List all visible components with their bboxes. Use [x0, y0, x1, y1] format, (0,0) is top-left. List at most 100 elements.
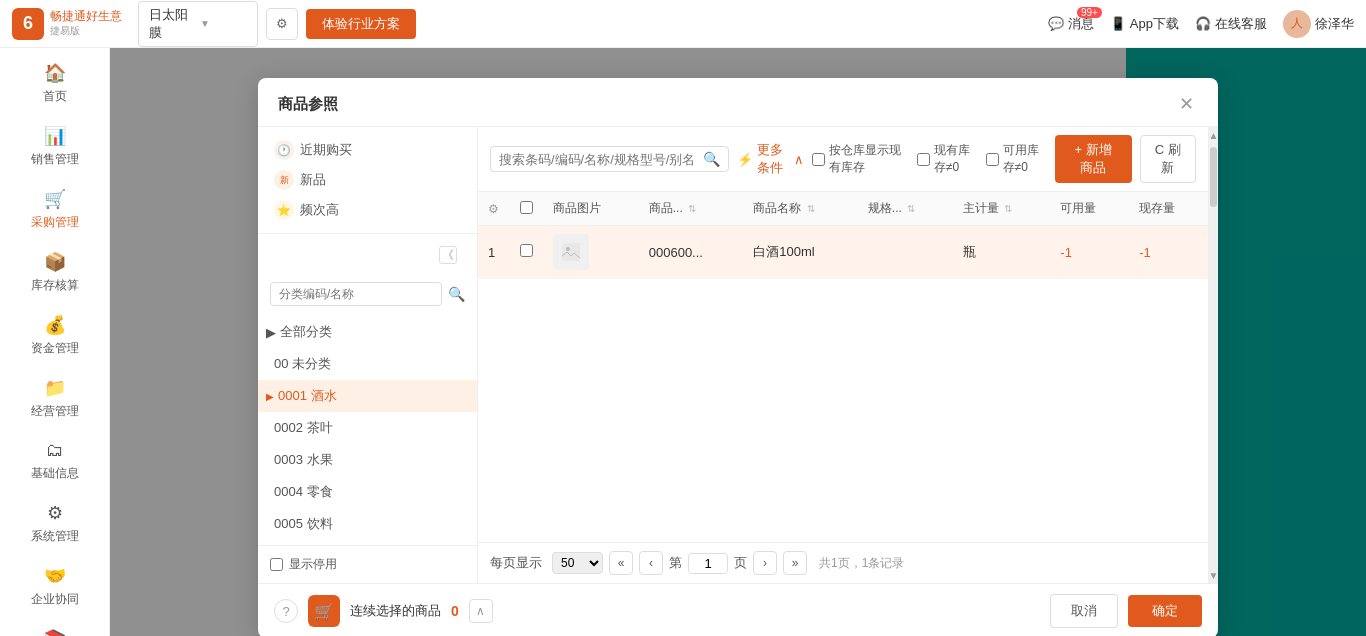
headset-icon: 🎧	[1195, 16, 1211, 31]
row-checkbox[interactable]	[520, 244, 533, 257]
page-number-input[interactable]	[688, 553, 728, 574]
search-icon[interactable]: 🔍	[703, 151, 720, 167]
modal-title: 商品参照	[278, 95, 1174, 114]
add-product-button[interactable]: + 新增商品	[1055, 135, 1132, 183]
settings-icon[interactable]: ⚙	[266, 8, 298, 40]
table-gear-icon[interactable]: ⚙	[488, 202, 499, 216]
continuous-select-label: 连续选择的商品	[350, 602, 441, 620]
quick-filter-recent[interactable]: 🕐 近期购买	[270, 135, 465, 165]
experience-button[interactable]: 体验行业方案	[306, 9, 416, 39]
logo-text: 畅捷通好生意	[50, 9, 122, 25]
display-stopped-label[interactable]: 显示停用	[289, 556, 337, 573]
cart-button[interactable]: 🛒	[308, 595, 340, 627]
existing-stock-checkbox[interactable]	[917, 153, 930, 166]
basic-info-icon: 🗂	[46, 440, 64, 461]
sidebar-item-sales[interactable]: 📊 销售管理	[0, 115, 109, 178]
modal-header: 商品参照 ✕	[258, 78, 1218, 127]
sidebar-item-home[interactable]: 🏠 首页	[0, 52, 109, 115]
product-search-box[interactable]: 🔍	[490, 146, 729, 172]
product-thumbnail	[553, 234, 589, 270]
table-header-code: 商品... ⇅	[639, 192, 743, 226]
layout: 🏠 首页 📊 销售管理 🛒 采购管理 📦 库存核算 💰 资金管理 📁 经营管理 …	[0, 48, 1366, 636]
expand-button[interactable]: ∧	[469, 599, 493, 623]
row-stock: -1	[1129, 226, 1208, 279]
prev-page-button[interactable]: ‹	[639, 551, 663, 575]
close-button[interactable]: ✕	[1174, 92, 1198, 116]
svg-rect-0	[562, 243, 580, 261]
by-warehouse-checkbox-item: 按仓库显示现有库存	[812, 142, 909, 176]
logo-sub: 捷易版	[50, 24, 122, 38]
sort-code-icon: ⇅	[688, 203, 696, 214]
product-reference-modal: 商品参照 ✕ 🕐 近期购买 新	[258, 78, 1218, 636]
right-toolbar: 🔍 ⚡ 更多条件 ∧ 按仓库显示现有库存	[478, 127, 1208, 192]
row-name: 白酒100ml	[743, 226, 858, 279]
category-tea[interactable]: 0002 茶叶	[258, 412, 477, 444]
app-download-nav-item[interactable]: 📱 App下载	[1110, 15, 1179, 33]
existing-stock-label[interactable]: 现有库存≠0	[934, 142, 978, 176]
user-nav-item[interactable]: 人 徐泽华	[1283, 10, 1354, 38]
table-header-settings: ⚙	[478, 192, 510, 226]
category-fruit[interactable]: 0003 水果	[258, 444, 477, 476]
row-available: -1	[1050, 226, 1129, 279]
chevron-down-icon: ▼	[200, 18, 247, 29]
main-content: 商品参照 ✕ 🕐 近期购买 新	[110, 48, 1366, 636]
category-all[interactable]: ▶ 全部分类	[258, 316, 477, 348]
sidebar-item-basic-info[interactable]: 🗂 基础信息	[0, 430, 109, 492]
select-all-checkbox[interactable]	[520, 201, 533, 214]
table-row[interactable]: 1	[478, 226, 1208, 279]
sidebar-item-operations[interactable]: 📁 经营管理	[0, 367, 109, 430]
svg-point-1	[566, 247, 570, 251]
finance-icon: 💰	[44, 314, 66, 336]
cancel-button[interactable]: 取消	[1050, 594, 1118, 628]
first-page-button[interactable]: «	[609, 551, 633, 575]
sidebar-item-system[interactable]: ⚙ 系统管理	[0, 492, 109, 555]
more-conditions-button[interactable]: ⚡ 更多条件 ∧	[737, 141, 804, 177]
page-suffix: 页	[734, 554, 747, 572]
per-page-select[interactable]: 50 100 200	[552, 552, 603, 574]
scroll-track	[1209, 143, 1218, 567]
confirm-button[interactable]: 确定	[1128, 595, 1202, 627]
category-search-input[interactable]	[270, 282, 442, 306]
help-button[interactable]: ?	[274, 599, 298, 623]
by-warehouse-label[interactable]: 按仓库显示现有库存	[829, 142, 909, 176]
branch-dropdown[interactable]: 日太阳膜 ▼	[138, 1, 258, 47]
quick-filter-new[interactable]: 新 新品	[270, 165, 465, 195]
online-service-nav-item[interactable]: 🎧 在线客服	[1195, 15, 1267, 33]
page-total-info: 共1页，1条记录	[819, 555, 904, 572]
by-warehouse-checkbox[interactable]	[812, 153, 825, 166]
sales-icon: 📊	[44, 125, 66, 147]
modal-overlay: 商品参照 ✕ 🕐 近期购买 新	[110, 48, 1366, 636]
product-search-input[interactable]	[499, 152, 699, 167]
row-checkbox-cell	[510, 226, 543, 279]
sidebar-item-inventory[interactable]: 📦 库存核算	[0, 241, 109, 304]
new-icon: 新	[274, 170, 294, 190]
available-stock-checkbox[interactable]	[986, 153, 999, 166]
quick-filter-frequent[interactable]: ⭐ 频次高	[270, 195, 465, 225]
scroll-down-arrow[interactable]: ▼	[1209, 567, 1218, 583]
sidebar-item-purchase[interactable]: 🛒 采购管理	[0, 178, 109, 241]
table-header-image: 商品图片	[543, 192, 639, 226]
table-header-name: 商品名称 ⇅	[743, 192, 858, 226]
sidebar-item-guide[interactable]: 📚 新手引导	[0, 618, 109, 636]
last-page-button[interactable]: »	[783, 551, 807, 575]
scroll-thumb[interactable]	[1210, 147, 1217, 207]
category-search: 🔍	[258, 276, 477, 312]
scroll-up-arrow[interactable]: ▲	[1209, 127, 1218, 143]
sort-unit-icon: ⇅	[1004, 203, 1012, 214]
refresh-button[interactable]: C 刷新	[1140, 135, 1196, 183]
category-snacks[interactable]: 0004 零食	[258, 476, 477, 508]
sidebar-item-finance[interactable]: 💰 资金管理	[0, 304, 109, 367]
sidebar-item-enterprise[interactable]: 🤝 企业协同	[0, 555, 109, 618]
available-stock-label[interactable]: 可用库存≠0	[1003, 142, 1047, 176]
messages-nav-item[interactable]: 💬 消息 99+	[1048, 15, 1094, 33]
category-search-icon[interactable]: 🔍	[448, 286, 465, 302]
display-stopped-checkbox[interactable]	[270, 558, 283, 571]
pagination: 每页显示 50 100 200 « ‹ 第 页 ›	[478, 542, 1208, 583]
modal-footer: ? 🛒 连续选择的商品 0 ∧ 取消 确定	[258, 583, 1218, 636]
category-unclassified[interactable]: 00 未分类	[258, 348, 477, 380]
category-drinks[interactable]: 0005 饮料	[258, 508, 477, 540]
nav-right: 💬 消息 99+ 📱 App下载 🎧 在线客服 人 徐泽华	[1048, 10, 1354, 38]
next-page-button[interactable]: ›	[753, 551, 777, 575]
category-liquor[interactable]: ▶ 0001 酒水	[258, 380, 477, 412]
collapse-button[interactable]: 《	[439, 246, 457, 264]
